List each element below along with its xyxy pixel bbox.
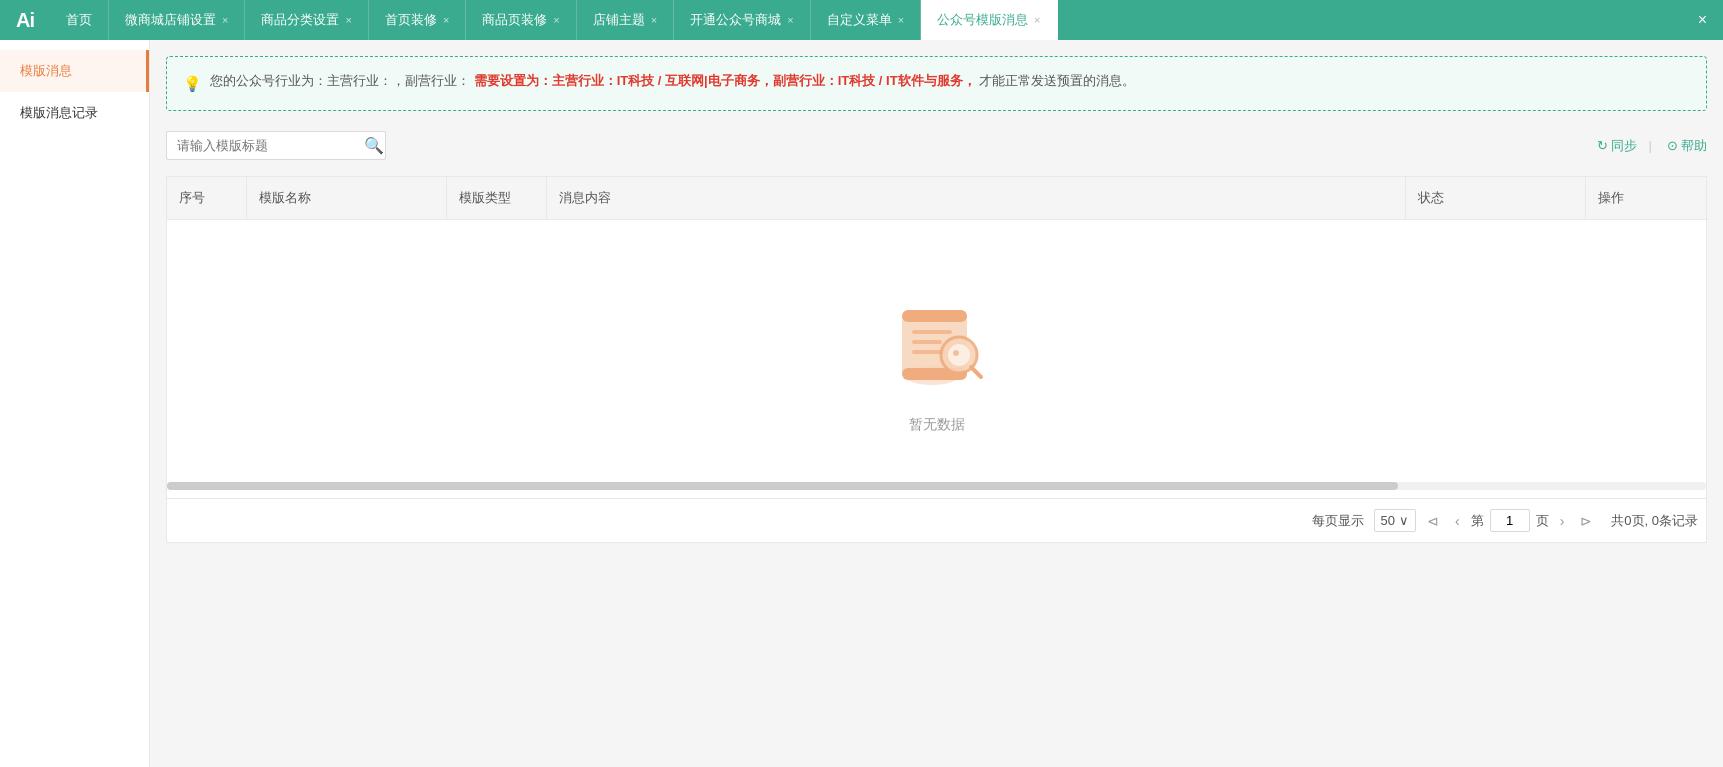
tab-close-mall[interactable]: × bbox=[787, 14, 793, 26]
brand-logo: Ai bbox=[0, 0, 50, 40]
tab-product-decor[interactable]: 商品页装修 × bbox=[466, 0, 576, 40]
main-layout: 模版消息 模版消息记录 💡 您的公众号行业为：主营行业：，副营行业： 需要设置为… bbox=[0, 40, 1723, 767]
tab-close-category[interactable]: × bbox=[345, 14, 351, 26]
divider: | bbox=[1649, 138, 1652, 153]
svg-point-8 bbox=[948, 344, 970, 366]
page-number-input[interactable] bbox=[1490, 509, 1530, 532]
help-label: 帮助 bbox=[1681, 137, 1707, 155]
svg-point-10 bbox=[953, 350, 959, 356]
svg-rect-5 bbox=[912, 340, 942, 344]
tab-close-menu[interactable]: × bbox=[898, 14, 904, 26]
sync-label: 同步 bbox=[1611, 137, 1637, 155]
horizontal-scrollbar[interactable] bbox=[167, 482, 1706, 490]
sidebar-item-template-msg[interactable]: 模版消息 bbox=[0, 50, 149, 92]
tab-weishop[interactable]: 微商城店铺设置 × bbox=[109, 0, 245, 40]
tab-template-msg[interactable]: 公众号模版消息 × bbox=[921, 0, 1057, 40]
page-unit-text: 页 bbox=[1536, 512, 1549, 530]
sidebar: 模版消息 模版消息记录 bbox=[0, 40, 150, 767]
tab-close-theme[interactable]: × bbox=[651, 14, 657, 26]
tab-mall[interactable]: 开通公众号商城 × bbox=[674, 0, 810, 40]
tab-menu[interactable]: 自定义菜单 × bbox=[811, 0, 921, 40]
page-summary: 共0页, 0条记录 bbox=[1611, 512, 1698, 530]
empty-text: 暂无数据 bbox=[909, 416, 965, 434]
next-page-button[interactable]: › bbox=[1555, 511, 1570, 531]
tab-home-decor[interactable]: 首页装修 × bbox=[369, 0, 466, 40]
per-page-select[interactable]: 50 ∨ bbox=[1374, 509, 1416, 532]
search-right: ↻ 同步 | ⊙ 帮助 bbox=[1594, 137, 1707, 155]
tab-bar: Ai 首页 微商城店铺设置 × 商品分类设置 × 首页装修 × 商品页装修 × … bbox=[0, 0, 1723, 40]
last-page-button[interactable]: ⊳ bbox=[1575, 511, 1597, 531]
notice-prefix: 您的公众号行业为：主营行业：，副营行业： bbox=[210, 73, 470, 88]
tab-close-template-msg[interactable]: × bbox=[1034, 14, 1040, 26]
notice-box: 💡 您的公众号行业为：主营行业：，副营行业： 需要设置为：主营行业：IT科技 /… bbox=[166, 56, 1707, 111]
tab-home[interactable]: 首页 bbox=[50, 0, 109, 40]
tab-close-home-decor[interactable]: × bbox=[443, 14, 449, 26]
col-header-name: 模版名称 bbox=[247, 177, 447, 219]
sync-button[interactable]: ↻ 同步 bbox=[1594, 137, 1637, 155]
empty-illustration bbox=[877, 280, 997, 400]
help-button[interactable]: ⊙ 帮助 bbox=[1664, 137, 1707, 155]
data-table: 序号 模版名称 模版类型 消息内容 状态 操作 bbox=[166, 176, 1707, 543]
svg-rect-2 bbox=[902, 310, 967, 322]
search-left: 🔍 bbox=[166, 131, 392, 160]
tab-close-weishop[interactable]: × bbox=[222, 14, 228, 26]
search-button[interactable]: 🔍 bbox=[356, 132, 392, 159]
col-header-content: 消息内容 bbox=[547, 177, 1406, 219]
dropdown-icon: ∨ bbox=[1399, 513, 1409, 528]
tab-theme[interactable]: 店铺主题 × bbox=[577, 0, 674, 40]
col-header-status: 状态 bbox=[1406, 177, 1586, 219]
svg-rect-4 bbox=[912, 330, 952, 334]
sidebar-item-template-msg-record[interactable]: 模版消息记录 bbox=[0, 92, 149, 134]
search-bar: 🔍 ↻ 同步 | ⊙ 帮助 bbox=[166, 131, 1707, 160]
per-page-label: 每页显示 bbox=[1312, 512, 1364, 530]
pagination-bar: 每页显示 50 ∨ ⊲ ‹ 第 页 › ⊳ 共0页, 0条记录 bbox=[167, 498, 1706, 542]
scrollbar-thumb[interactable] bbox=[167, 482, 1398, 490]
empty-state: 暂无数据 bbox=[167, 220, 1706, 474]
sync-icon: ↻ bbox=[1597, 138, 1608, 153]
close-all-button[interactable]: × bbox=[1682, 11, 1723, 29]
search-input[interactable] bbox=[166, 131, 386, 160]
col-header-op: 操作 bbox=[1586, 177, 1706, 219]
tab-category[interactable]: 商品分类设置 × bbox=[245, 0, 368, 40]
col-header-type: 模版类型 bbox=[447, 177, 547, 219]
page-label-text: 第 bbox=[1471, 512, 1484, 530]
prev-page-button[interactable]: ‹ bbox=[1450, 511, 1465, 531]
notice-icon: 💡 bbox=[183, 72, 202, 96]
help-icon: ⊙ bbox=[1667, 138, 1678, 153]
tab-close-product-decor[interactable]: × bbox=[553, 14, 559, 26]
table-header: 序号 模版名称 模版类型 消息内容 状态 操作 bbox=[167, 177, 1706, 220]
col-header-seq: 序号 bbox=[167, 177, 247, 219]
notice-suffix: 才能正常发送预置的消息。 bbox=[979, 73, 1135, 88]
first-page-button[interactable]: ⊲ bbox=[1422, 511, 1444, 531]
svg-line-9 bbox=[971, 367, 981, 377]
notice-highlight: 需要设置为：主营行业：IT科技 / 互联网|电子商务，副营行业：IT科技 / I… bbox=[474, 73, 976, 88]
content-area: 💡 您的公众号行业为：主营行业：，副营行业： 需要设置为：主营行业：IT科技 /… bbox=[150, 40, 1723, 767]
